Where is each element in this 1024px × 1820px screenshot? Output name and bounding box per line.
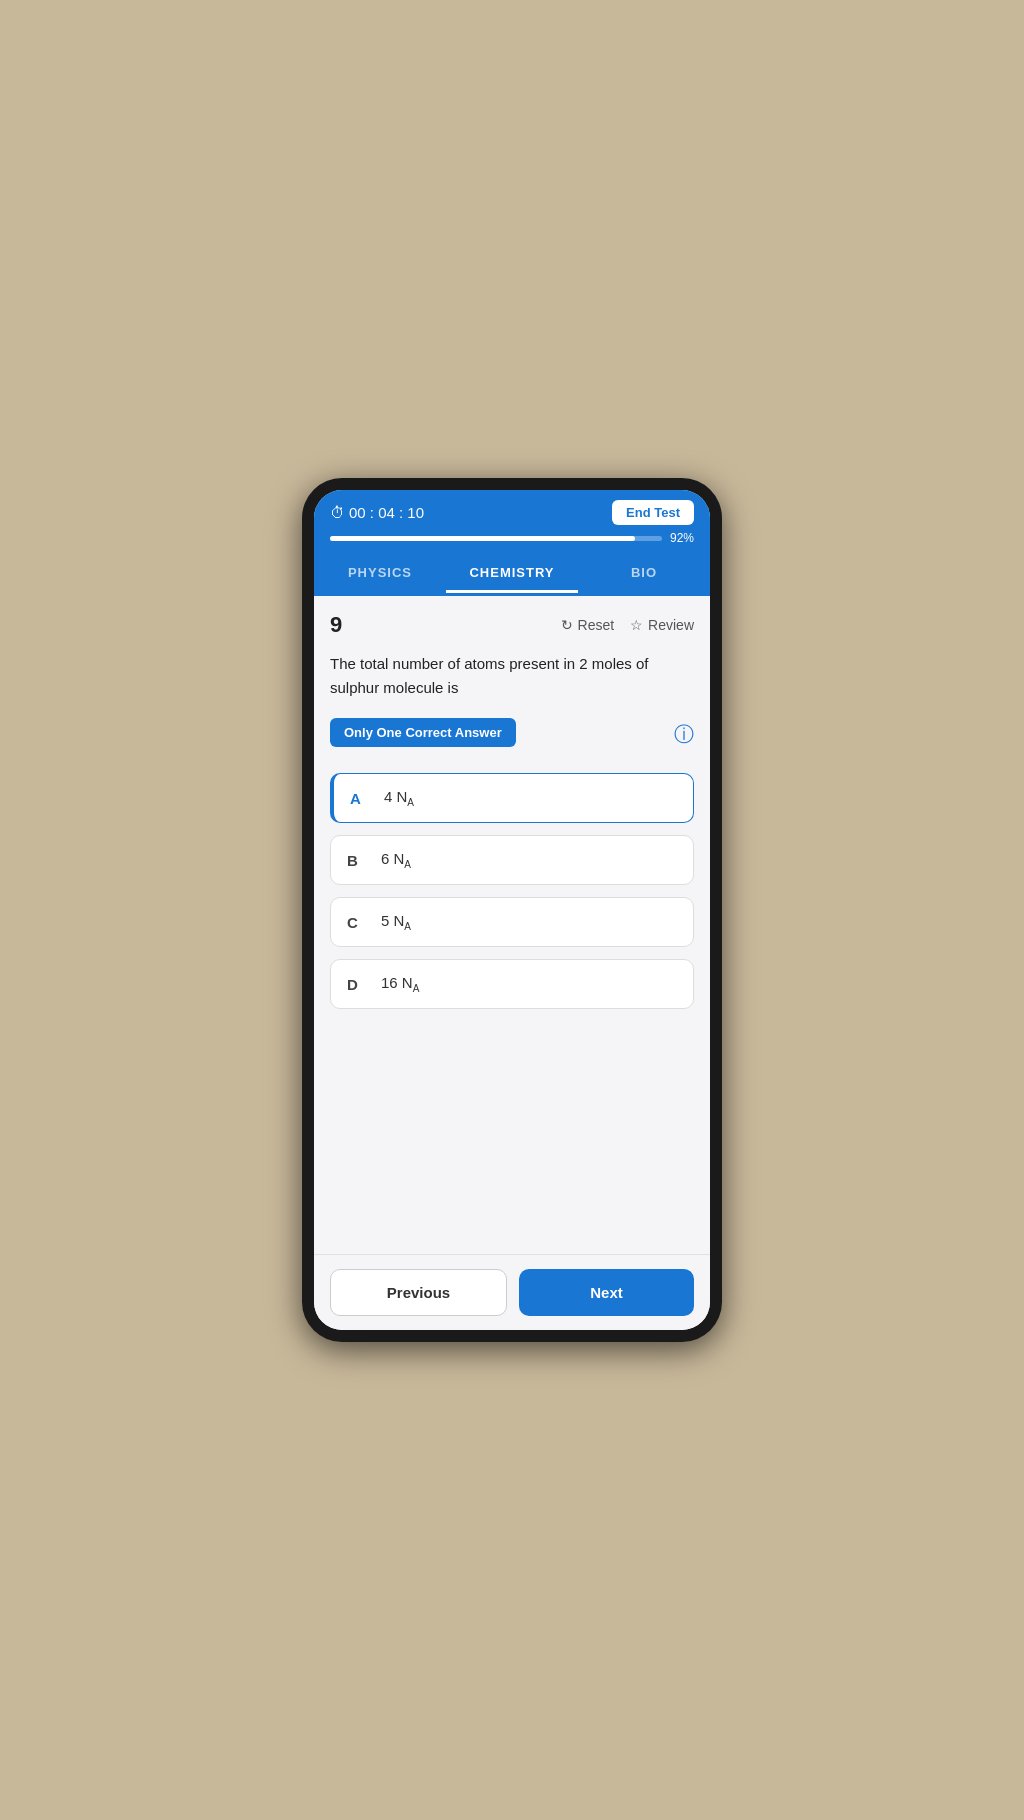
review-label: Review bbox=[648, 617, 694, 633]
bottom-buttons: Previous Next bbox=[314, 1254, 710, 1330]
phone-device: ⏱ 00 : 04 : 10 End Test 92% PHYSICS CHEM… bbox=[302, 478, 722, 1342]
reset-icon: ↻ bbox=[561, 617, 573, 633]
progress-bar-fill bbox=[330, 536, 635, 541]
option-b[interactable]: B 6 NA bbox=[330, 835, 694, 885]
options-list: A 4 NA B 6 NA C 5 NA D 16 NA bbox=[330, 773, 694, 1009]
option-c-text: 5 NA bbox=[381, 912, 411, 932]
option-d[interactable]: D 16 NA bbox=[330, 959, 694, 1009]
option-c-label: C bbox=[347, 914, 367, 931]
timer-display: ⏱ 00 : 04 : 10 bbox=[330, 504, 424, 521]
option-d-text: 16 NA bbox=[381, 974, 419, 994]
next-button[interactable]: Next bbox=[519, 1269, 694, 1316]
tab-chemistry[interactable]: CHEMISTRY bbox=[446, 555, 578, 593]
header-actions: ↻ Reset ☆ Review bbox=[561, 617, 694, 633]
timer-value: 00 : 04 : 10 bbox=[349, 504, 424, 521]
question-text: The total number of atoms present in 2 m… bbox=[330, 652, 694, 700]
end-test-button[interactable]: End Test bbox=[612, 500, 694, 525]
badge-row: Only One Correct Answer ⓘ bbox=[330, 718, 694, 753]
content-area: 9 ↻ Reset ☆ Review The total number of a… bbox=[314, 596, 710, 1254]
question-header: 9 ↻ Reset ☆ Review bbox=[330, 612, 694, 638]
timer-icon: ⏱ bbox=[330, 504, 345, 521]
option-b-text: 6 NA bbox=[381, 850, 411, 870]
phone-screen: ⏱ 00 : 04 : 10 End Test 92% PHYSICS CHEM… bbox=[314, 490, 710, 1330]
question-number: 9 bbox=[330, 612, 342, 638]
progress-bar-background bbox=[330, 536, 662, 541]
option-a-text: 4 NA bbox=[384, 788, 414, 808]
option-d-label: D bbox=[347, 976, 367, 993]
subject-tabs: PHYSICS CHEMISTRY BIO bbox=[314, 555, 710, 596]
tab-biology[interactable]: BIO bbox=[578, 555, 710, 593]
review-button[interactable]: ☆ Review bbox=[630, 617, 694, 633]
previous-button[interactable]: Previous bbox=[330, 1269, 507, 1316]
tab-physics[interactable]: PHYSICS bbox=[314, 555, 446, 593]
reset-label: Reset bbox=[578, 617, 615, 633]
option-a-label: A bbox=[350, 790, 370, 807]
option-a[interactable]: A 4 NA bbox=[330, 773, 694, 823]
option-b-label: B bbox=[347, 852, 367, 869]
review-icon: ☆ bbox=[630, 617, 643, 633]
progress-percent: 92% bbox=[670, 531, 694, 545]
top-bar: ⏱ 00 : 04 : 10 End Test 92% bbox=[314, 490, 710, 555]
reset-button[interactable]: ↻ Reset bbox=[561, 617, 615, 633]
info-icon[interactable]: ⓘ bbox=[674, 721, 694, 748]
option-c[interactable]: C 5 NA bbox=[330, 897, 694, 947]
answer-type-badge: Only One Correct Answer bbox=[330, 718, 516, 747]
